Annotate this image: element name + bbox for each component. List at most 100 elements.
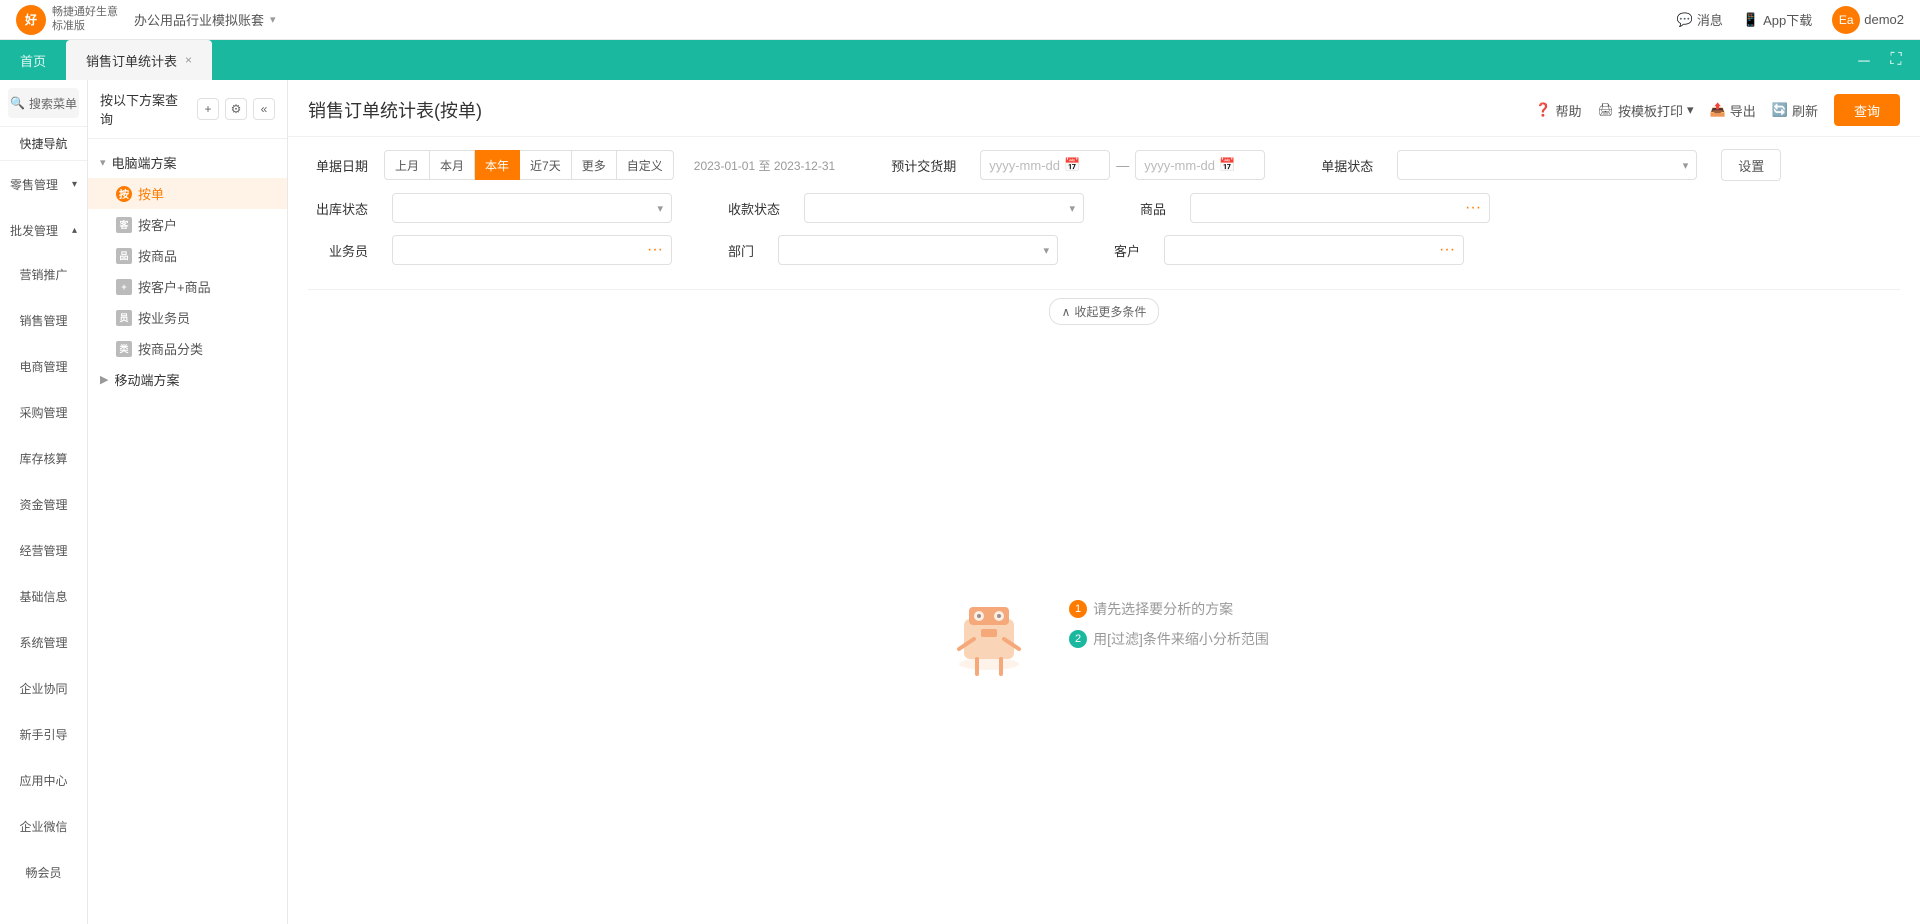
help-icon: ❓ (1535, 102, 1551, 118)
payment-status-label: 收款状态 (728, 199, 780, 218)
empty-tips: 1 请先选择要分析的方案 2 用[过滤]条件来缩小分析范围 (1069, 599, 1269, 659)
status-dropdown-icon: ▾ (1683, 159, 1689, 172)
salesperson-input[interactable]: ··· (392, 235, 672, 265)
set-btn[interactable]: 设置 (1721, 149, 1781, 181)
customer-input[interactable]: ··· (1164, 235, 1464, 265)
tree-item-by-product[interactable]: 品 按商品 (88, 240, 287, 271)
message-icon: 💬 (1677, 12, 1693, 28)
date-filter-label: 单据日期 (308, 156, 368, 175)
sidebar-item-finance[interactable]: 资金管理 (0, 483, 87, 529)
sidebar-item-system[interactable]: 系统管理 (0, 621, 87, 667)
sidebar-nav: 零售管理 ▾ 批发管理 ▴ 营销推广 销售管理 电商管理 采购管理 库存核算 (0, 161, 87, 924)
print-btn[interactable]: 🖨 按模板打印 ▾ (1598, 101, 1694, 120)
tree-item-by-order[interactable]: 按 按单 (88, 178, 287, 209)
period-btn-last-month[interactable]: 上月 (384, 150, 430, 180)
salesperson-ellipsis-btn[interactable]: ··· (647, 241, 663, 259)
sidebar-item-sales[interactable]: 销售管理 (0, 299, 87, 345)
export-btn[interactable]: 📤 导出 (1710, 101, 1756, 120)
goods-input[interactable]: ··· (1190, 193, 1490, 223)
tree-item-by-salesperson[interactable]: 员 按业务员 (88, 302, 287, 333)
period-btn-7days[interactable]: 近7天 (520, 150, 572, 180)
download-icon: 📱 (1743, 12, 1759, 28)
topbar-actions: 💬 消息 📱 App下载 Ea demo2 (1677, 6, 1904, 34)
collapse-panel-btn[interactable]: « (253, 98, 275, 120)
top-bar: 好 畅捷通好生意 标准版 办公用品行业模拟账套 ▾ 💬 消息 📱 App下载 E… (0, 0, 1920, 40)
query-btn[interactable]: 查询 (1834, 94, 1900, 126)
sidebar-item-member[interactable]: 畅会员 (0, 851, 87, 897)
collapse-conditions-btn[interactable]: ∧ 收起更多条件 (1049, 298, 1160, 325)
expected-date-start[interactable]: yyyy-mm-dd 📅 (980, 150, 1110, 180)
tab-maximize-btn[interactable]: ⛶ (1884, 48, 1908, 72)
tab-bar-actions: － ⛶ (1852, 48, 1920, 72)
logo-icon: 好 (16, 5, 46, 35)
tree-group-mobile: ▶ 移动端方案 (88, 364, 287, 395)
expected-date-end[interactable]: yyyy-mm-dd 📅 (1135, 150, 1265, 180)
app-download-btn[interactable]: 📱 App下载 (1743, 10, 1812, 29)
tree-item-by-customer[interactable]: 客 按客户 (88, 209, 287, 240)
refresh-btn[interactable]: 🔄 刷新 (1772, 101, 1818, 120)
goods-ellipsis-btn[interactable]: ··· (1465, 199, 1481, 217)
print-icon: 🖨 (1598, 102, 1615, 118)
sidebar-item-purchase[interactable]: 采购管理 (0, 391, 87, 437)
sidebar-item-marketing[interactable]: 营销推广 (0, 253, 87, 299)
out-status-dropdown-icon: ▾ (657, 202, 663, 215)
period-btn-this-year[interactable]: 本年 (475, 150, 520, 180)
sidebar-item-basic[interactable]: 基础信息 (0, 575, 87, 621)
message-btn[interactable]: 💬 消息 (1677, 10, 1723, 29)
left-panel-header: 按以下方案查询 + ⚙ « (88, 80, 287, 139)
user-menu-btn[interactable]: Ea demo2 (1832, 6, 1904, 34)
customer-ellipsis-btn[interactable]: ··· (1439, 241, 1455, 259)
tree-group-mobile-title[interactable]: ▶ 移动端方案 (88, 364, 287, 395)
empty-illustration (939, 579, 1039, 679)
status-select[interactable]: ▾ (1397, 150, 1697, 180)
empty-state-content: 1 请先选择要分析的方案 2 用[过滤]条件来缩小分析范围 (939, 579, 1269, 679)
left-panel-title: 按以下方案查询 (100, 90, 189, 128)
tab-sales-order-stats[interactable]: 销售订单统计表 × (66, 40, 212, 80)
period-btn-this-month[interactable]: 本月 (430, 150, 475, 180)
sidebar-item-appstore[interactable]: 应用中心 (0, 759, 87, 805)
payment-status-select[interactable]: ▾ (804, 193, 1084, 223)
status-filter-label: 单据状态 (1321, 156, 1373, 175)
sidebar-item-wholesale[interactable]: 批发管理 ▴ (0, 207, 87, 253)
sidebar-item-newbie[interactable]: 新手引导 (0, 713, 87, 759)
out-status-select[interactable]: ▾ (392, 193, 672, 223)
salesperson-label: 业务员 (308, 241, 368, 260)
period-btn-more[interactable]: 更多 (572, 150, 617, 180)
calendar-start-icon: 📅 (1064, 157, 1080, 173)
sidebar-item-enterprise[interactable]: 企业协同 (0, 667, 87, 713)
filter-row-status: 出库状态 ▾ 收款状态 ▾ 商品 ··· (308, 193, 1900, 223)
settings-scheme-btn[interactable]: ⚙ (225, 98, 247, 120)
sidebar-item-wechat[interactable]: 企业微信 (0, 805, 87, 851)
title-dropdown-icon[interactable]: ▾ (270, 13, 276, 26)
tree-item-by-cust-prod[interactable]: + 按客户+商品 (88, 271, 287, 302)
tab-minimize-btn[interactable]: － (1852, 48, 1876, 72)
collapse-bar: ∧ 收起更多条件 (308, 289, 1900, 333)
tree-group-pc-title[interactable]: ▾ 电脑端方案 (88, 147, 287, 178)
dept-select[interactable]: ▾ (778, 235, 1058, 265)
period-buttons: 上月 本月 本年 近7天 更多 自定义 (384, 150, 674, 180)
filter-row-date: 单据日期 上月 本月 本年 近7天 更多 自定义 2023-01-01 至 20… (308, 137, 1900, 181)
period-btn-custom[interactable]: 自定义 (617, 150, 674, 180)
tab-home[interactable]: 首页 (0, 40, 66, 80)
out-status-label: 出库状态 (308, 199, 368, 218)
export-icon: 📤 (1710, 102, 1726, 118)
add-scheme-btn[interactable]: + (197, 98, 219, 120)
content-header: 销售订单统计表(按单) ❓ 帮助 🖨 按模板打印 ▾ 📤 导出 🔄 刷新 (288, 80, 1920, 137)
sidebar-item-retail[interactable]: 零售管理 ▾ (0, 161, 87, 207)
sidebar-item-business[interactable]: 经营管理 (0, 529, 87, 575)
collapse-icon: ∧ (1062, 305, 1071, 319)
app-logo: 好 畅捷通好生意 标准版 (16, 5, 118, 35)
sidebar-item-ecommerce[interactable]: 电商管理 (0, 345, 87, 391)
payment-dropdown-icon: ▾ (1069, 202, 1075, 215)
sidebar-item-inventory[interactable]: 库存核算 (0, 437, 87, 483)
search-menu-btn[interactable]: 🔍 搜索菜单 (8, 88, 79, 118)
help-btn[interactable]: ❓ 帮助 (1535, 101, 1581, 120)
empty-state: 1 请先选择要分析的方案 2 用[过滤]条件来缩小分析范围 (288, 333, 1920, 924)
sidebar-quick-nav[interactable]: 快捷导航 (0, 127, 87, 161)
sidebar: 🔍 搜索菜单 快捷导航 零售管理 ▾ 批发管理 ▴ 营销推广 销售管理 电商管 (0, 80, 88, 924)
tab-close-icon[interactable]: × (185, 53, 192, 67)
expected-date-label: 预计交货期 (891, 156, 956, 175)
tree-item-by-category[interactable]: 类 按商品分类 (88, 333, 287, 364)
expected-date-range: yyyy-mm-dd 📅 — yyyy-mm-dd 📅 (980, 150, 1265, 180)
search-icon: 🔍 (10, 96, 25, 110)
